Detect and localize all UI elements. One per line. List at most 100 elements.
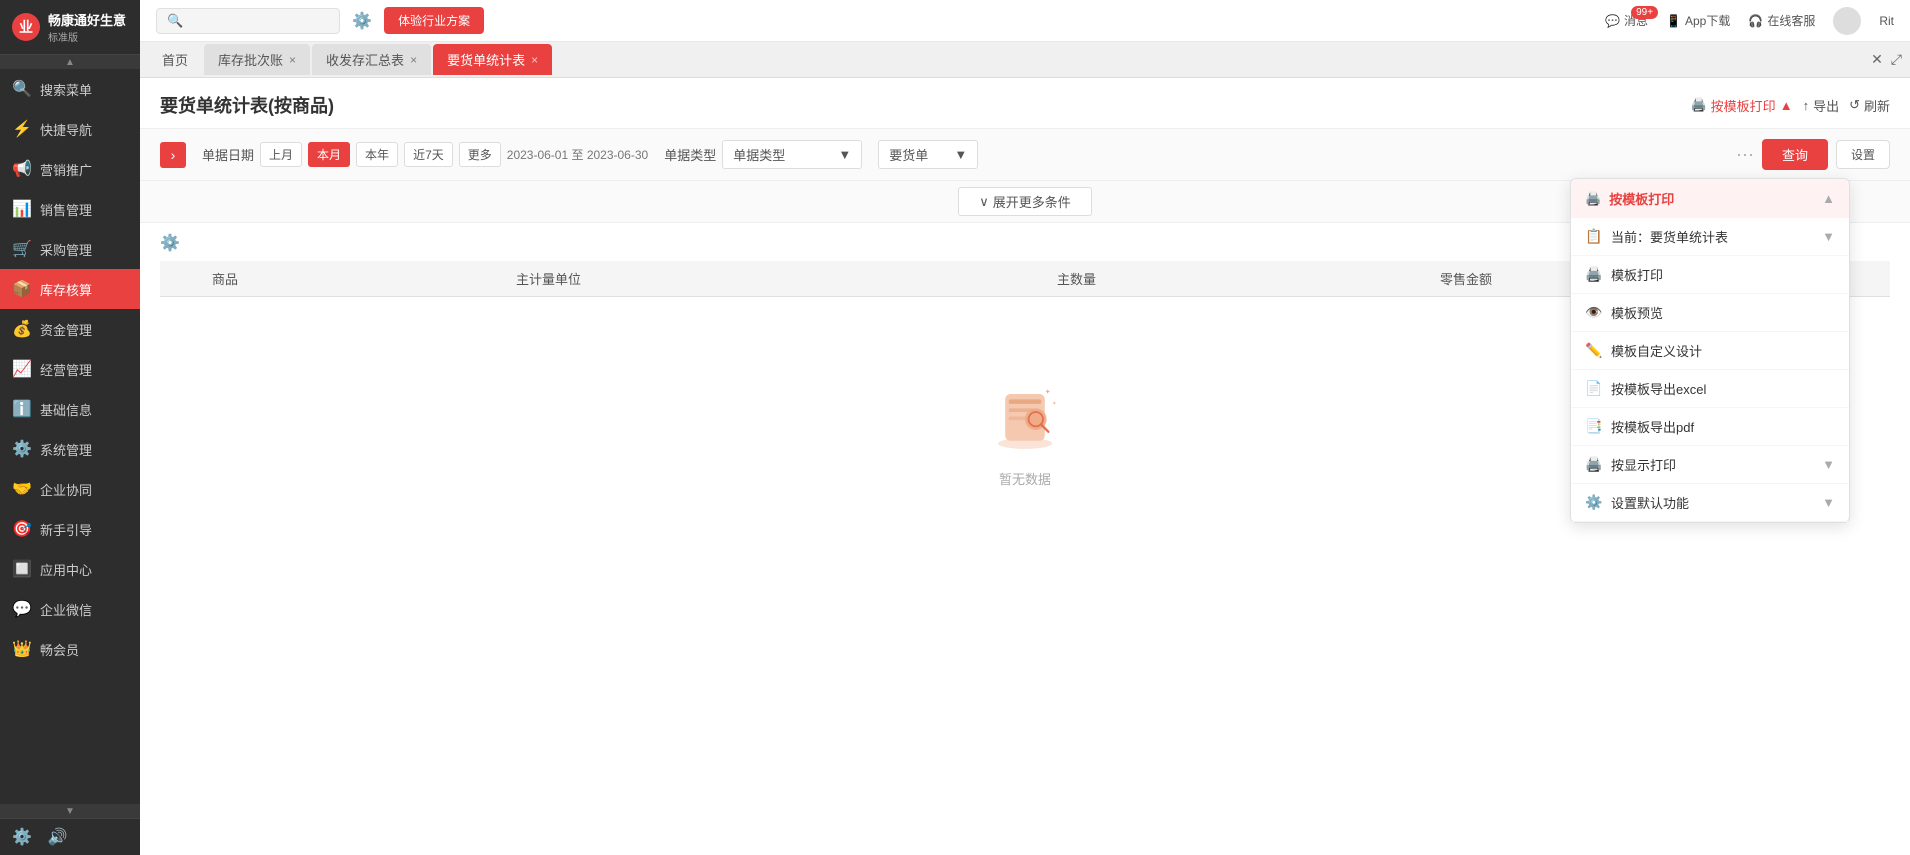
topbar-search-input[interactable] <box>189 14 329 28</box>
dropdown-title: 按模板打印 <box>1609 189 1674 208</box>
marketing-icon: 📢 <box>12 159 32 179</box>
col-quantity: 主数量 <box>1045 261 1428 297</box>
service-btn[interactable]: 🎧 在线客服 <box>1748 12 1815 29</box>
message-btn[interactable]: 💬 消息 99+ <box>1605 12 1648 29</box>
maximize-window-btn[interactable]: ⤢ <box>1891 51 1902 68</box>
query-btn[interactable]: 查询 <box>1762 139 1828 170</box>
filter-yaohuo-select[interactable]: 要货单 ▼ <box>878 140 978 169</box>
sidebar-label-sales: 销售管理 <box>40 200 92 219</box>
dropdown-template-design-label: 模板自定义设计 <box>1611 341 1702 360</box>
export-btn[interactable]: ↑ 导出 <box>1803 96 1840 115</box>
tab-inventory-batch-close[interactable]: × <box>289 53 296 67</box>
dropdown-set-default-item[interactable]: ⚙️ 设置默认功能 ▼ <box>1571 484 1849 522</box>
sidebar-item-search[interactable]: 🔍 搜索菜单 <box>0 69 140 109</box>
dropdown-export-excel-icon: 📄 <box>1585 380 1601 397</box>
sidebar-label-operations: 经营管理 <box>40 360 92 379</box>
page-title: 要货单统计表(按商品) <box>160 92 334 118</box>
expand-more-btn[interactable]: ∨ 展开更多条件 <box>958 187 1092 216</box>
sidebar-label-app-center: 应用中心 <box>40 560 92 579</box>
sidebar-item-member[interactable]: 👑 畅会员 <box>0 629 140 669</box>
tab-receive-summary[interactable]: 收发存汇总表 × <box>312 44 431 75</box>
template-print-btn[interactable]: 🖨️ 按模板打印 ▲ <box>1690 96 1792 115</box>
inventory-icon: 📦 <box>12 279 32 299</box>
dropdown-template-print-item[interactable]: 🖨️ 模板打印 <box>1571 256 1849 294</box>
page-content: 要货单统计表(按商品) 🖨️ 按模板打印 ▲ ↑ 导出 ↺ 刷新 <box>140 78 1910 855</box>
topbar-gear-icon[interactable]: ⚙️ <box>352 11 372 31</box>
sidebar-item-sales[interactable]: 📊 销售管理 <box>0 189 140 229</box>
dropdown-header-left: 🖨️ 按模板打印 <box>1585 189 1674 208</box>
filter-bar: › 单据日期 上月 本月 本年 近7天 更多 2023-06-01 至 2023… <box>140 129 1910 181</box>
sidebar-item-app-center[interactable]: 🔲 应用中心 <box>0 549 140 589</box>
dropdown-display-print-icon: 🖨️ <box>1585 456 1601 473</box>
filter-this-year-btn[interactable]: 本年 <box>356 142 398 167</box>
filter-type-select[interactable]: 单据类型 ▼ <box>722 140 862 169</box>
filter-more-options-icon[interactable]: ··· <box>1736 144 1754 165</box>
tab-order-stats[interactable]: 要货单统计表 × <box>433 44 552 75</box>
expand-more-label: 展开更多条件 <box>993 192 1071 211</box>
topbar-search-box[interactable]: 🔍 <box>156 8 340 34</box>
app-download-btn[interactable]: 📱 App下载 <box>1666 12 1730 29</box>
window-controls: ✕ ⤢ <box>1871 51 1902 68</box>
filter-expand-icon[interactable]: › <box>160 142 186 168</box>
sidebar-item-inventory[interactable]: 📦 库存核算 <box>0 269 140 309</box>
app-center-icon: 🔲 <box>12 559 32 579</box>
dropdown-set-default-label: 设置默认功能 <box>1611 493 1689 512</box>
sidebar-item-marketing[interactable]: 📢 营销推广 <box>0 149 140 189</box>
dropdown-display-print-item[interactable]: 🖨️ 按显示打印 ▼ <box>1571 446 1849 484</box>
settings-btn[interactable]: 设置 <box>1836 140 1890 169</box>
dropdown-current-chevron: ▼ <box>1822 229 1835 244</box>
guide-icon: 🎯 <box>12 519 32 539</box>
refresh-btn[interactable]: ↺ 刷新 <box>1849 96 1890 115</box>
sidebar-item-finance[interactable]: 💰 资金管理 <box>0 309 140 349</box>
sidebar-item-system[interactable]: ⚙️ 系统管理 <box>0 429 140 469</box>
sidebar-item-guide[interactable]: 🎯 新手引导 <box>0 509 140 549</box>
sidebar-item-basic[interactable]: ℹ️ 基础信息 <box>0 389 140 429</box>
sidebar-label-member: 畅会员 <box>40 640 79 659</box>
sidebar-item-quick-nav[interactable]: ⚡ 快捷导航 <box>0 109 140 149</box>
sales-icon: 📊 <box>12 199 32 219</box>
tab-order-stats-close[interactable]: × <box>531 53 538 67</box>
dropdown-template-preview-item[interactable]: 👁️ 模板预览 <box>1571 294 1849 332</box>
filter-type-group: 单据类型 单据类型 ▼ <box>664 140 862 169</box>
sidebar-item-operations[interactable]: 📈 经营管理 <box>0 349 140 389</box>
dropdown-export-pdf-item[interactable]: 📑 按模板导出pdf <box>1571 408 1849 446</box>
sidebar-item-weixin[interactable]: 💬 企业微信 <box>0 589 140 629</box>
tab-inventory-batch[interactable]: 库存批次账 × <box>204 44 310 75</box>
dropdown-current-template[interactable]: 📋 当前：要货单统计表 ▼ <box>1571 218 1849 256</box>
username[interactable]: Rit <box>1879 14 1894 28</box>
close-window-btn[interactable]: ✕ <box>1871 51 1883 68</box>
col-checkbox <box>160 261 200 297</box>
sidebar-item-purchase[interactable]: 🛒 采购管理 <box>0 229 140 269</box>
export-label: 导出 <box>1813 96 1839 115</box>
table-settings-icon[interactable]: ⚙️ <box>160 233 180 253</box>
sidebar-item-enterprise[interactable]: 🤝 企业协同 <box>0 469 140 509</box>
sound-icon[interactable]: 🔊 <box>48 827 68 847</box>
purchase-icon: 🛒 <box>12 239 32 259</box>
filter-7days-btn[interactable]: 近7天 <box>404 142 453 167</box>
weixin-icon: 💬 <box>12 599 32 619</box>
dropdown-up-icon: ▲ <box>1822 191 1835 206</box>
dropdown-set-default-chevron: ▼ <box>1822 495 1835 510</box>
message-badge: 99+ <box>1631 6 1658 19</box>
tab-receive-summary-close[interactable]: × <box>410 53 417 67</box>
empty-text: 暂无数据 <box>999 469 1051 488</box>
page-actions: 🖨️ 按模板打印 ▲ ↑ 导出 ↺ 刷新 <box>1690 96 1890 115</box>
filter-last-month-btn[interactable]: 上月 <box>260 142 302 167</box>
filter-this-month-btn[interactable]: 本月 <box>308 142 350 167</box>
avatar[interactable] <box>1833 7 1861 35</box>
refresh-icon: ↺ <box>1849 97 1860 113</box>
tab-home[interactable]: 首页 <box>148 44 202 75</box>
template-print-dropdown: 🖨️ 按模板打印 ▲ 📋 当前：要货单统计表 ▼ 🖨️ 模板打印 👁️ 模板预览 <box>1570 178 1850 523</box>
dropdown-header-right: ▲ <box>1822 191 1835 206</box>
dropdown-export-pdf-icon: 📑 <box>1585 418 1601 435</box>
filter-more-btn[interactable]: 更多 <box>459 142 501 167</box>
trial-btn[interactable]: 体验行业方案 <box>384 7 484 34</box>
dropdown-header[interactable]: 🖨️ 按模板打印 ▲ <box>1571 179 1849 218</box>
sidebar-bottom: ⚙️ 🔊 <box>0 818 140 855</box>
dropdown-template-design-item[interactable]: ✏️ 模板自定义设计 <box>1571 332 1849 370</box>
sidebar-label-basic: 基础信息 <box>40 400 92 419</box>
settings-gear-icon[interactable]: ⚙️ <box>12 827 32 847</box>
sidebar-label-quick-nav: 快捷导航 <box>40 120 92 139</box>
dropdown-template-preview-icon: 👁️ <box>1585 304 1601 321</box>
dropdown-export-excel-item[interactable]: 📄 按模板导出excel <box>1571 370 1849 408</box>
